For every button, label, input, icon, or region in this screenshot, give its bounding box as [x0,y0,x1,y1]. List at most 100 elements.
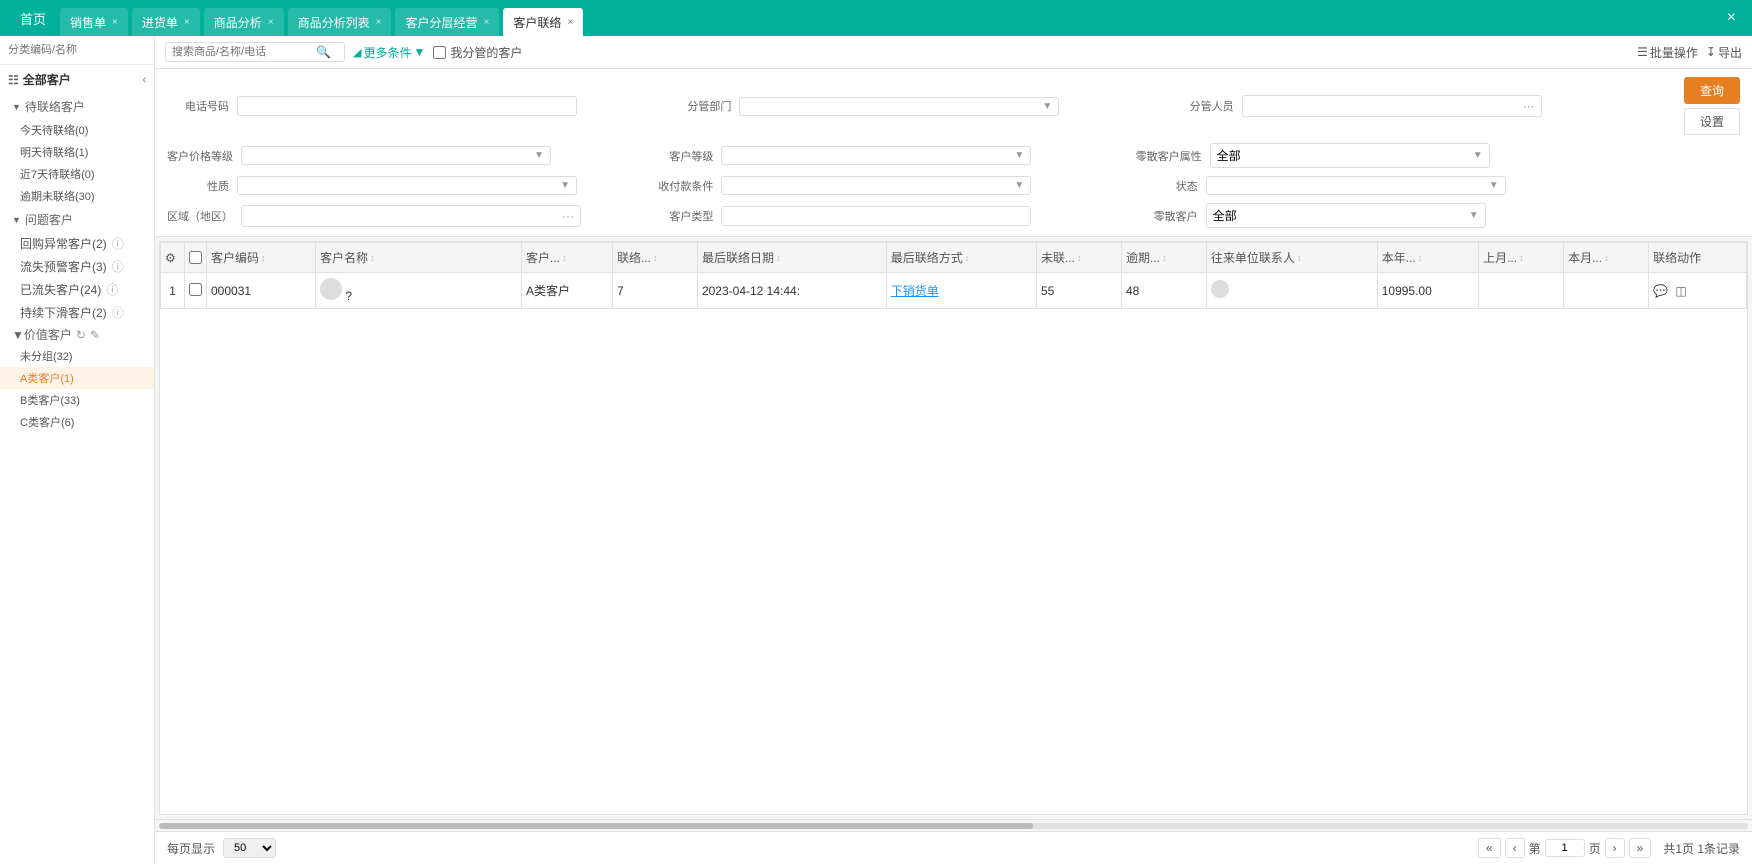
main-search-input[interactable] [172,46,312,58]
sort-icon-code[interactable]: ↕ [261,253,266,263]
filter-nature: 性质 ▼ [167,176,651,195]
expand-icon-3: ▼ [12,328,24,342]
sort-icon-no-days[interactable]: ↕ [1077,253,1082,263]
sidebar-item-repurchase-abnormal[interactable]: 回购异常客户(2) ⓘ [0,232,154,255]
filter-customer-type: 客户类型 [651,206,1135,226]
sidebar-item-b-class[interactable]: B类客户(33) [0,389,154,411]
last-method-link[interactable]: 下销货单 [891,284,939,298]
sort-icon-last-method[interactable]: ↕ [965,253,970,263]
tab-close-icon[interactable]: × [376,17,382,28]
sort-icon-overdue[interactable]: ↕ [1162,253,1167,263]
sort-icon-this-year[interactable]: ↕ [1418,253,1423,263]
pagination: « ‹ 第 页 › » 共1页 1条记录 [1478,838,1740,858]
first-page-button[interactable]: « [1478,838,1501,858]
sort-icon-name[interactable]: ↕ [370,253,375,263]
sidebar-item-7days[interactable]: 近7天待联络(0) [0,163,154,185]
nav-tab[interactable]: 商品分析列表 × [288,8,392,36]
nature-select[interactable]: ▼ [237,176,577,195]
chat-icon[interactable]: 💬 [1653,284,1668,298]
horizontal-scrollbar[interactable] [155,819,1752,831]
retail-attr-select[interactable]: 全部 ▼ [1210,143,1490,168]
my-customers-checkbox[interactable]: 我分管的客户 [433,44,522,61]
sidebar-item-unclassified[interactable]: 未分组(32) [0,345,154,367]
nav-tab[interactable]: 销售单 × [60,8,128,36]
sort-icon-contact[interactable]: ↕ [653,253,658,263]
sort-icon-last-month[interactable]: ↕ [1519,253,1524,263]
sidebar-item-today[interactable]: 今天待联络(0) [0,119,154,141]
sidebar-item-tomorrow[interactable]: 明天待联络(1) [0,141,154,163]
setting-button[interactable]: 设置 [1684,108,1740,135]
export-button[interactable]: ↧ 导出 [1706,44,1742,61]
td-action: 💬 ◫ [1649,273,1747,309]
customer-level-chevron-icon: ▼ [1014,150,1024,161]
sidebar-item-churn-warning[interactable]: 流失预警客户(3) ⓘ [0,255,154,278]
refresh-icon[interactable]: ↻ [76,328,86,342]
tab-close-icon[interactable]: × [112,17,118,28]
last-page-button[interactable]: » [1629,838,1652,858]
customer-table: ⚙ 客户编码 ↕ 客户名称 [160,242,1747,309]
status-select[interactable]: ▼ [1206,176,1506,195]
nav-tab[interactable]: 商品分析 × [204,8,284,36]
row-checkbox[interactable] [189,283,202,296]
filter-status: 状态 ▼ [1136,176,1620,195]
next-page-button[interactable]: › [1605,838,1625,858]
sort-icon-this-month[interactable]: ↕ [1604,253,1609,263]
person-select[interactable]: ··· [1242,95,1542,117]
scrollbar-thumb[interactable] [159,823,1033,829]
nav-tab[interactable]: 客户联络 × [503,8,583,36]
sort-icon-type[interactable]: ↕ [562,253,567,263]
customer-type-input[interactable] [721,206,1031,226]
price-level-select[interactable]: ▼ [241,146,551,165]
tab-close-icon[interactable]: × [184,17,190,28]
sidebar-item-declining[interactable]: 持续下滑客户(2) ⓘ [0,301,154,324]
filter-retail-customer: 零散客户 全部 ▼ [1136,203,1620,228]
sidebar-item-c-class[interactable]: C类客户(6) [0,411,154,433]
sidebar-item-overdue[interactable]: 逾期未联络(30) [0,185,154,207]
sidebar-search-box[interactable]: 🔍 [0,36,154,65]
tab-close-icon[interactable]: × [268,17,274,28]
all-customers-header[interactable]: ☷ 全部客户 ‹ [0,65,154,94]
search-box[interactable]: 🔍 [165,42,345,62]
payment-select[interactable]: ▼ [721,176,1031,195]
problem-customers-group[interactable]: ▼ 问题客户 [0,207,154,232]
batch-operation-button[interactable]: ☰ 批量操作 [1637,44,1698,61]
all-customers-label: 全部客户 [23,71,71,88]
filter-row-2: 客户价格等级 ▼ 客户等级 ▼ 零散客户属性 全部 [167,143,1740,168]
phone-input[interactable] [237,96,577,116]
gear-icon[interactable]: ⚙ [165,251,176,265]
tab-close-icon[interactable]: × [483,17,489,28]
prev-page-button[interactable]: ‹ [1505,838,1525,858]
collapse-icon[interactable]: ‹ [142,74,146,86]
expand-icon: ▼ [12,102,21,112]
select-all-checkbox[interactable] [189,251,202,264]
page-number-input[interactable] [1545,839,1585,857]
nav-tab[interactable]: 进货单 × [132,8,200,36]
dept-select[interactable]: ▼ [739,97,1059,116]
chevron-down-icon: ▼ [413,45,425,59]
sort-icon-last-date[interactable]: ↕ [776,253,781,263]
filter-person: 分管人员 ··· [1172,95,1674,117]
region-dots: ··· [562,209,574,223]
tab-close-icon[interactable]: × [567,17,573,28]
window-close-button[interactable]: × [1719,9,1744,27]
page-size-select[interactable]: 50 20 100 [223,838,276,858]
sidebar-item-a-class[interactable]: A类客户(1) [0,367,154,389]
sidebar-item-churned[interactable]: 已流失客户(24) ⓘ [0,278,154,301]
edit-icon[interactable]: ✎ [90,328,100,342]
th-last-date: 最后联络日期 ↕ [697,243,886,273]
qr-icon[interactable]: ◫ [1675,284,1686,298]
sort-icon-contact2[interactable]: ↕ [1297,253,1302,263]
nav-home[interactable]: 首页 [8,9,58,28]
retail-customer-select[interactable]: 全部 ▼ [1206,203,1486,228]
query-button[interactable]: 查询 [1684,77,1740,104]
value-customers-group-header[interactable]: ▼ 价值客户 ↻ ✎ [0,324,154,345]
more-conditions-button[interactable]: ◢ 更多条件 ▼ [353,44,425,61]
customer-level-select[interactable]: ▼ [721,146,1031,165]
th-type-label: 客户... [526,249,560,266]
nav-tab[interactable]: 客户分层经营 × [395,8,499,36]
region-select[interactable]: ··· [241,205,581,227]
th-code: 客户编码 ↕ [207,243,316,273]
sidebar-search-input[interactable] [8,44,150,56]
pending-contact-group[interactable]: ▼ 待联络客户 [0,94,154,119]
my-customers-check[interactable] [433,46,446,59]
